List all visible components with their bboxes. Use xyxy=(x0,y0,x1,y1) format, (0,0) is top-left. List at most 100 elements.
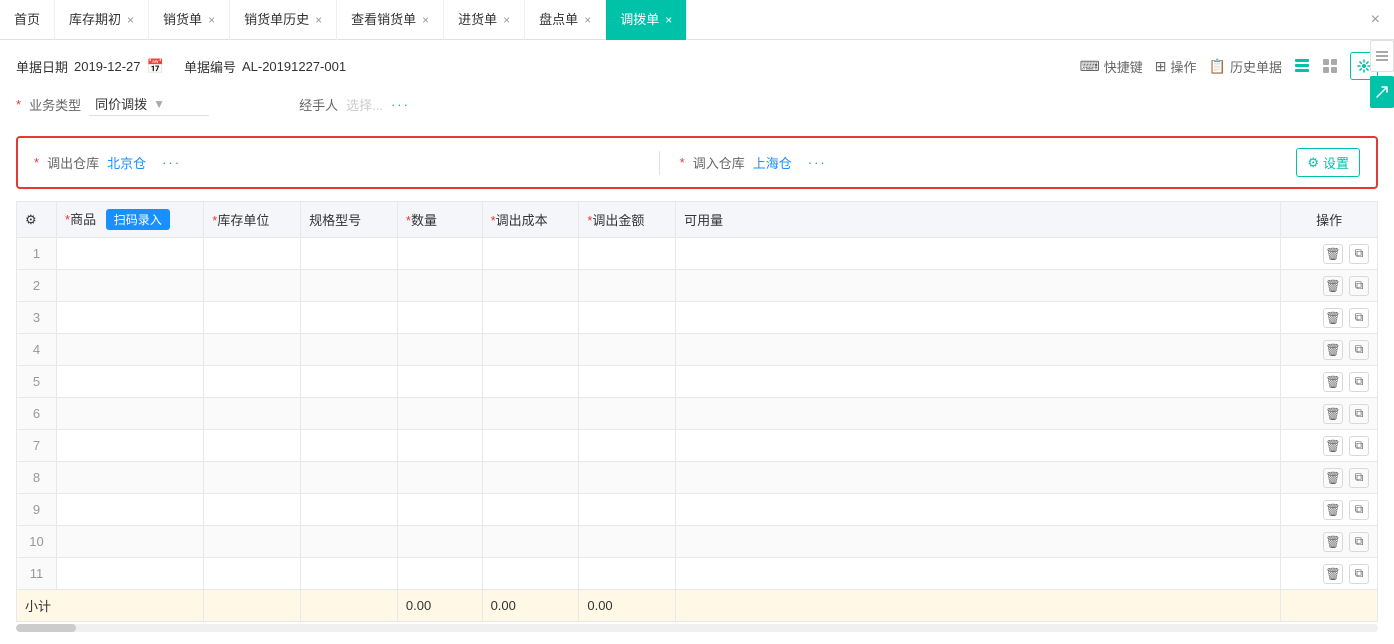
cell-goods[interactable] xyxy=(57,558,204,590)
cell-amount[interactable] xyxy=(579,462,676,494)
delete-row-btn[interactable]: 🗑 xyxy=(1323,532,1343,552)
biz-type-select[interactable]: 同价调拨 ▼ xyxy=(89,92,209,116)
close-tab-inventory-init[interactable]: × xyxy=(127,0,134,40)
cell-available[interactable] xyxy=(676,366,1281,398)
cell-qty[interactable] xyxy=(397,334,482,366)
cell-qty[interactable] xyxy=(397,302,482,334)
cell-cost[interactable] xyxy=(482,270,579,302)
scrollbar-thumb[interactable] xyxy=(16,624,76,632)
table-header-gear[interactable]: ⚙ xyxy=(17,202,57,238)
tab-transfer[interactable]: 调拨单 × xyxy=(606,0,687,40)
quick-key-btn[interactable]: ⌨ 快捷键 xyxy=(1080,57,1143,76)
cell-available[interactable] xyxy=(676,462,1281,494)
cell-unit[interactable] xyxy=(204,302,301,334)
cell-cost[interactable] xyxy=(482,494,579,526)
cell-cost[interactable] xyxy=(482,398,579,430)
cell-amount[interactable] xyxy=(579,270,676,302)
cell-spec[interactable] xyxy=(301,398,398,430)
copy-row-btn[interactable]: ⧉ xyxy=(1349,372,1369,392)
out-wh-value[interactable]: 北京仓 xyxy=(107,153,146,172)
close-tab-view-sales[interactable]: × xyxy=(422,0,429,40)
cell-goods[interactable] xyxy=(57,302,204,334)
cell-unit[interactable] xyxy=(204,494,301,526)
tab-sales[interactable]: 销货单 × xyxy=(149,0,230,40)
cell-unit[interactable] xyxy=(204,558,301,590)
delete-row-btn[interactable]: 🗑 xyxy=(1323,276,1343,296)
cell-qty[interactable] xyxy=(397,270,482,302)
cell-qty[interactable] xyxy=(397,366,482,398)
cell-amount[interactable] xyxy=(579,238,676,270)
cell-unit[interactable] xyxy=(204,462,301,494)
cell-goods[interactable] xyxy=(57,430,204,462)
cell-unit[interactable] xyxy=(204,238,301,270)
copy-row-btn[interactable]: ⧉ xyxy=(1349,468,1369,488)
delete-row-btn[interactable]: 🗑 xyxy=(1323,244,1343,264)
cell-available[interactable] xyxy=(676,494,1281,526)
delete-row-btn[interactable]: 🗑 xyxy=(1323,404,1343,424)
close-tab-purchase[interactable]: × xyxy=(503,0,510,40)
sidebar-list-btn[interactable] xyxy=(1370,40,1394,72)
cell-available[interactable] xyxy=(676,430,1281,462)
cell-goods[interactable] xyxy=(57,270,204,302)
cell-spec[interactable] xyxy=(301,494,398,526)
grid-view-btn[interactable] xyxy=(1322,58,1338,74)
calendar-icon[interactable]: 📅 xyxy=(147,58,164,75)
cell-available[interactable] xyxy=(676,558,1281,590)
cell-spec[interactable] xyxy=(301,430,398,462)
cell-available[interactable] xyxy=(676,398,1281,430)
cell-spec[interactable] xyxy=(301,238,398,270)
cell-qty[interactable] xyxy=(397,430,482,462)
cell-unit[interactable] xyxy=(204,270,301,302)
cell-unit[interactable] xyxy=(204,526,301,558)
tab-home[interactable]: 首页 xyxy=(0,0,55,40)
person-placeholder[interactable]: 选择... xyxy=(346,95,383,114)
cell-spec[interactable] xyxy=(301,334,398,366)
cell-goods[interactable] xyxy=(57,526,204,558)
cell-spec[interactable] xyxy=(301,558,398,590)
delete-row-btn[interactable]: 🗑 xyxy=(1323,340,1343,360)
operations-btn[interactable]: ⊞ 操作 xyxy=(1155,57,1197,76)
cell-available[interactable] xyxy=(676,238,1281,270)
cell-cost[interactable] xyxy=(482,366,579,398)
copy-row-btn[interactable]: ⧉ xyxy=(1349,308,1369,328)
cell-amount[interactable] xyxy=(579,558,676,590)
cell-available[interactable] xyxy=(676,526,1281,558)
close-tab-sales[interactable]: × xyxy=(208,0,215,40)
cell-amount[interactable] xyxy=(579,494,676,526)
list-view-btn[interactable] xyxy=(1294,58,1310,74)
cell-amount[interactable] xyxy=(579,430,676,462)
copy-row-btn[interactable]: ⧉ xyxy=(1349,436,1369,456)
cell-spec[interactable] xyxy=(301,526,398,558)
delete-row-btn[interactable]: 🗑 xyxy=(1323,500,1343,520)
cell-amount[interactable] xyxy=(579,366,676,398)
tab-sales-history[interactable]: 销货单历史 × xyxy=(230,0,337,40)
cell-cost[interactable] xyxy=(482,238,579,270)
history-doc-btn[interactable]: 📋 历史单据 xyxy=(1209,57,1282,76)
cell-qty[interactable] xyxy=(397,526,482,558)
out-wh-more-btn[interactable]: ··· xyxy=(162,155,181,170)
cell-qty[interactable] xyxy=(397,398,482,430)
cell-spec[interactable] xyxy=(301,462,398,494)
horizontal-scrollbar[interactable] xyxy=(16,624,1378,632)
delete-row-btn[interactable]: 🗑 xyxy=(1323,308,1343,328)
cell-cost[interactable] xyxy=(482,558,579,590)
cell-goods[interactable] xyxy=(57,398,204,430)
cell-unit[interactable] xyxy=(204,334,301,366)
cell-spec[interactable] xyxy=(301,302,398,334)
sidebar-external-btn[interactable] xyxy=(1370,76,1394,108)
delete-row-btn[interactable]: 🗑 xyxy=(1323,372,1343,392)
close-tab-inventory-check[interactable]: × xyxy=(584,0,591,40)
close-all-tabs[interactable]: × xyxy=(1357,0,1394,40)
in-wh-more-btn[interactable]: ··· xyxy=(808,155,827,170)
cell-unit[interactable] xyxy=(204,398,301,430)
tab-view-sales[interactable]: 查看销货单 × xyxy=(337,0,444,40)
warehouse-settings-btn[interactable]: ⚙ 设置 xyxy=(1296,148,1360,177)
cell-unit[interactable] xyxy=(204,366,301,398)
cell-available[interactable] xyxy=(676,270,1281,302)
delete-row-btn[interactable]: 🗑 xyxy=(1323,436,1343,456)
cell-amount[interactable] xyxy=(579,302,676,334)
cell-cost[interactable] xyxy=(482,526,579,558)
close-tab-transfer[interactable]: × xyxy=(665,0,672,40)
cell-cost[interactable] xyxy=(482,462,579,494)
close-tab-sales-history[interactable]: × xyxy=(315,0,322,40)
